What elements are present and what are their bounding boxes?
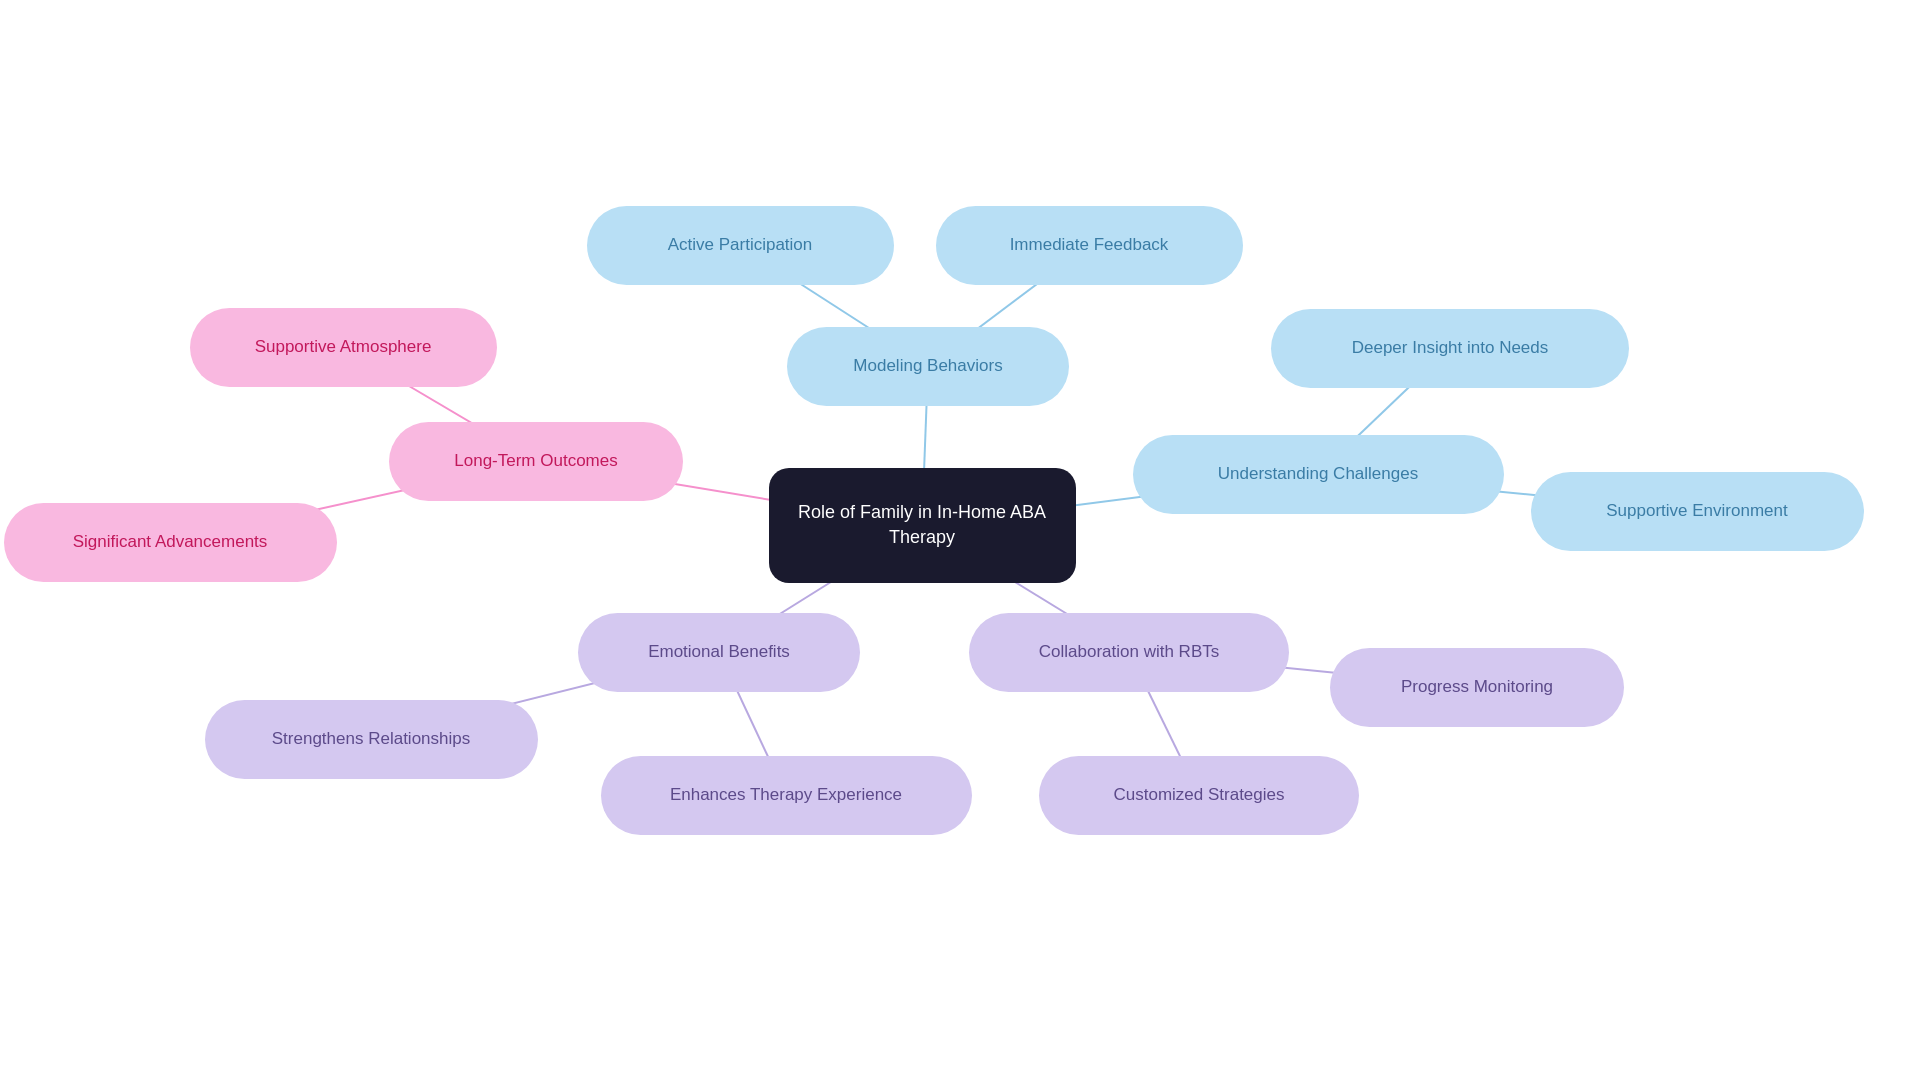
deeper-insight-node: Deeper Insight into Needs [1271, 309, 1629, 388]
customized-strategies-node: Customized Strategies [1039, 756, 1359, 835]
immediate-feedback-node: Immediate Feedback [936, 206, 1243, 285]
emotional-benefits-node: Emotional Benefits [578, 613, 860, 692]
supportive-environment-node: Supportive Environment [1531, 472, 1864, 551]
significant-advancements-node: Significant Advancements [4, 503, 337, 582]
active-participation-node: Active Participation [587, 206, 894, 285]
enhances-therapy-node: Enhances Therapy Experience [601, 756, 972, 835]
understanding-challenges-node: Understanding Challenges [1133, 435, 1504, 514]
modeling-behaviors-node: Modeling Behaviors [787, 327, 1069, 406]
mind-map: Role of Family in In-Home ABA Therapy Act… [0, 0, 1920, 1083]
strengthens-relationships-node: Strengthens Relationships [205, 700, 538, 779]
supportive-atmosphere-node: Supportive Atmosphere [190, 308, 497, 387]
long-term-outcomes-node: Long-Term Outcomes [389, 422, 683, 501]
center-node: Role of Family in In-Home ABA Therapy [769, 468, 1076, 583]
collaboration-rbts-node: Collaboration with RBTs [969, 613, 1289, 692]
progress-monitoring-node: Progress Monitoring [1330, 648, 1624, 727]
